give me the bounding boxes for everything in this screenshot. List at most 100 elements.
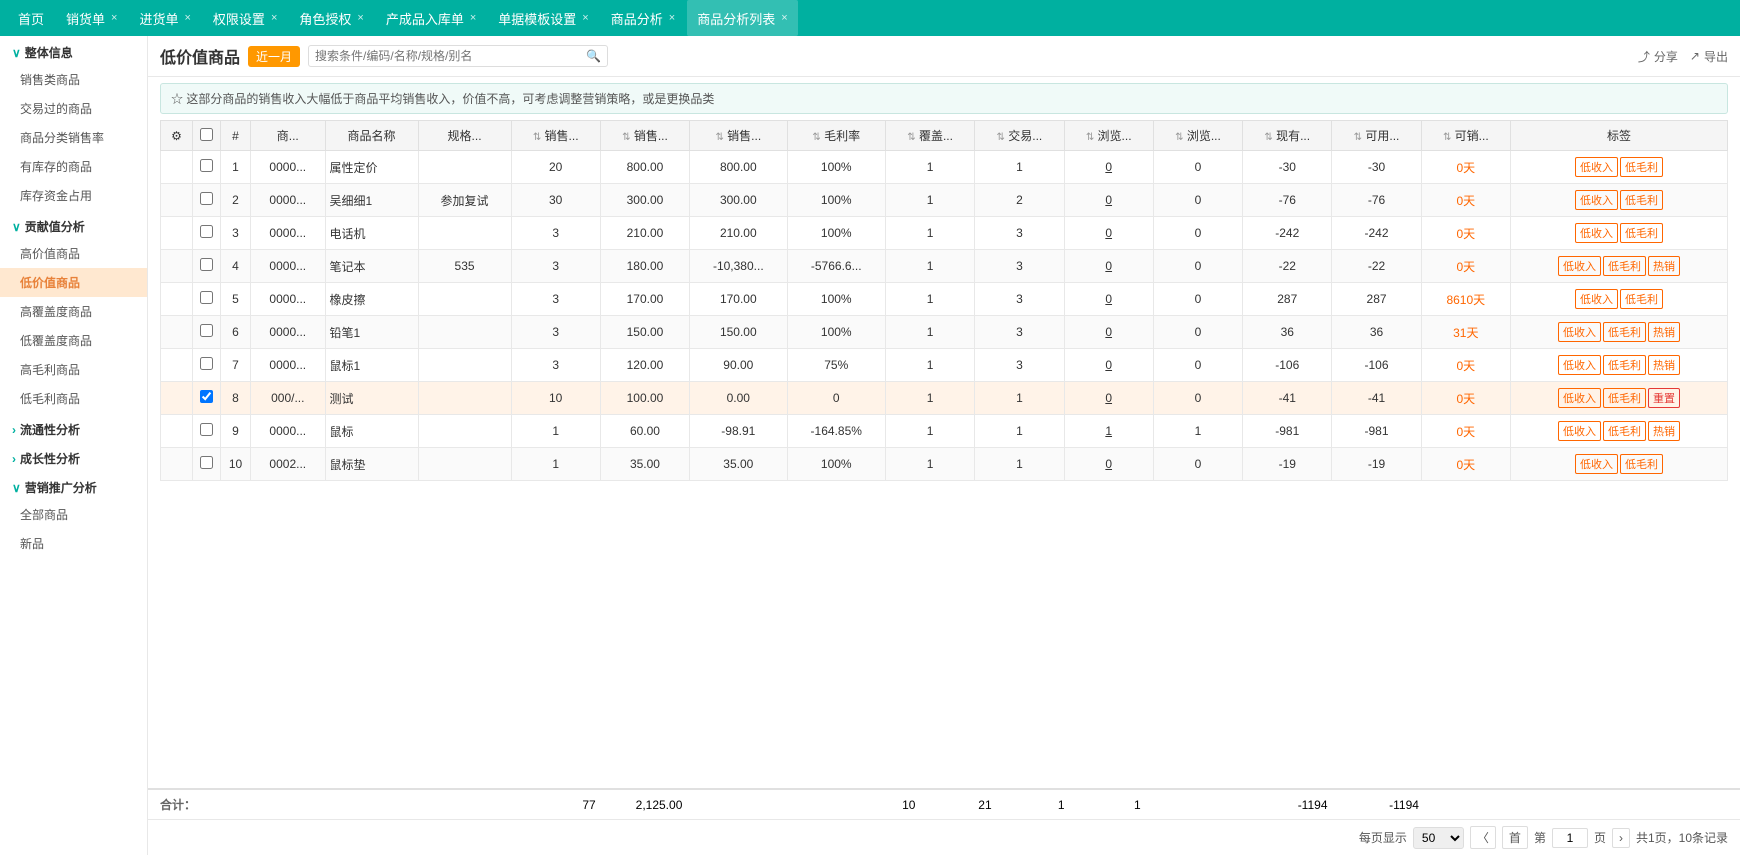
check-all-checkbox[interactable] [200, 128, 213, 141]
sidebar-item-销售类商品[interactable]: 销售类商品 [0, 65, 147, 94]
browse1-link[interactable]: 0 [1105, 358, 1112, 372]
cell-settings[interactable] [161, 283, 193, 316]
page-first-btn[interactable]: 〈 [1470, 826, 1496, 849]
sidebar-item-有库存的商品[interactable]: 有库存的商品 [0, 152, 147, 181]
tab-recent-month[interactable]: 近一月 [248, 46, 300, 67]
cell-settings[interactable] [161, 217, 193, 250]
cell-browse1[interactable]: 0 [1064, 382, 1153, 415]
search-input[interactable] [315, 49, 586, 63]
cell-settings[interactable] [161, 184, 193, 217]
sidebar-item-新品[interactable]: 新品 [0, 529, 147, 558]
sidebar-item-高价值商品[interactable]: 高价值商品 [0, 239, 147, 268]
cell-settings[interactable] [161, 382, 193, 415]
browse1-link[interactable]: 0 [1105, 259, 1112, 273]
cell-settings[interactable] [161, 448, 193, 481]
row-checkbox[interactable] [200, 225, 213, 238]
cell-browse1[interactable]: 0 [1064, 151, 1153, 184]
nav-item-权限设置[interactable]: 权限设置× [203, 0, 287, 36]
row-checkbox[interactable] [200, 192, 213, 205]
nav-close-icon[interactable]: × [184, 12, 190, 24]
cell-check[interactable] [193, 250, 221, 283]
sidebar: ∨ 整体信息销售类商品交易过的商品商品分类销售率有库存的商品库存资金占用∨ 贡献… [0, 36, 148, 855]
cell-browse1[interactable]: 0 [1064, 217, 1153, 250]
cell-check[interactable] [193, 151, 221, 184]
cell-check[interactable] [193, 184, 221, 217]
cell-check[interactable] [193, 415, 221, 448]
browse1-link[interactable]: 0 [1105, 292, 1112, 306]
share-button[interactable]: ⤴ 分享 [1638, 48, 1678, 65]
cell-browse1[interactable]: 0 [1064, 250, 1153, 283]
cell-check[interactable] [193, 448, 221, 481]
browse1-link[interactable]: 0 [1105, 193, 1112, 207]
cell-browse1[interactable]: 0 [1064, 316, 1153, 349]
nav-item-角色授权[interactable]: 角色授权× [289, 0, 373, 36]
row-checkbox[interactable] [200, 258, 213, 271]
nav-item-商品分析列表[interactable]: 商品分析列表× [687, 0, 797, 36]
sidebar-group-成长性分析[interactable]: › 成长性分析 [0, 442, 147, 471]
page-next-btn[interactable]: › [1612, 828, 1630, 848]
nav-item-单据模板设置[interactable]: 单据模板设置× [488, 0, 598, 36]
cell-browse1[interactable]: 1 [1064, 415, 1153, 448]
nav-close-icon[interactable]: × [271, 12, 277, 24]
sidebar-item-库存资金占用[interactable]: 库存资金占用 [0, 181, 147, 210]
sidebar-item-高覆盖度商品[interactable]: 高覆盖度商品 [0, 297, 147, 326]
nav-close-icon[interactable]: × [781, 12, 787, 24]
sidebar-item-低价值商品[interactable]: 低价值商品 [0, 268, 147, 297]
col-settings[interactable]: ⚙ [161, 121, 193, 151]
sidebar-item-交易过的商品[interactable]: 交易过的商品 [0, 94, 147, 123]
browse1-link[interactable]: 1 [1105, 424, 1112, 438]
nav-item-销货单[interactable]: 销货单× [56, 0, 127, 36]
nav-item-进货单[interactable]: 进货单× [129, 0, 200, 36]
browse1-link[interactable]: 0 [1105, 226, 1112, 240]
row-checkbox[interactable] [200, 423, 213, 436]
browse1-link[interactable]: 0 [1105, 160, 1112, 174]
cell-settings[interactable] [161, 151, 193, 184]
cell-browse1[interactable]: 0 [1064, 283, 1153, 316]
row-checkbox[interactable] [200, 357, 213, 370]
sidebar-item-低毛利商品[interactable]: 低毛利商品 [0, 384, 147, 413]
sidebar-group-营销推广分析[interactable]: ∨ 营销推广分析 [0, 471, 147, 500]
cell-browse1[interactable]: 0 [1064, 448, 1153, 481]
sidebar-group-贡献值分析[interactable]: ∨ 贡献值分析 [0, 210, 147, 239]
cell-check[interactable] [193, 349, 221, 382]
nav-item-商品分析[interactable]: 商品分析× [601, 0, 685, 36]
nav-close-icon[interactable]: × [582, 12, 588, 24]
cell-settings[interactable] [161, 349, 193, 382]
row-checkbox[interactable] [200, 291, 213, 304]
sidebar-item-低覆盖度商品[interactable]: 低覆盖度商品 [0, 326, 147, 355]
browse1-link[interactable]: 0 [1105, 391, 1112, 405]
cell-settings[interactable] [161, 415, 193, 448]
nav-item-产成品入库单[interactable]: 产成品入库单× [376, 0, 486, 36]
nav-close-icon[interactable]: × [357, 12, 363, 24]
cell-check[interactable] [193, 283, 221, 316]
cell-gross-margin: 100% [787, 184, 885, 217]
cell-check[interactable] [193, 316, 221, 349]
row-checkbox[interactable] [200, 456, 213, 469]
cell-check[interactable] [193, 382, 221, 415]
cell-settings[interactable] [161, 250, 193, 283]
nav-close-icon[interactable]: × [669, 12, 675, 24]
row-checkbox[interactable] [200, 159, 213, 172]
nav-item-首页[interactable]: 首页 [8, 0, 54, 36]
nav-close-icon[interactable]: × [111, 12, 117, 24]
sidebar-item-全部商品[interactable]: 全部商品 [0, 500, 147, 529]
export-button[interactable]: ↗ 导出 [1690, 48, 1728, 65]
cell-check[interactable] [193, 217, 221, 250]
sidebar-item-高毛利商品[interactable]: 高毛利商品 [0, 355, 147, 384]
sidebar-group-流通性分析[interactable]: › 流通性分析 [0, 413, 147, 442]
search-icon[interactable]: 🔍 [586, 49, 601, 63]
cell-browse1[interactable]: 0 [1064, 184, 1153, 217]
page-prev-btn[interactable]: 首 [1502, 826, 1528, 849]
per-page-select[interactable]: 50 100 [1413, 827, 1464, 849]
row-checkbox[interactable] [200, 390, 213, 403]
col-check-all[interactable] [193, 121, 221, 151]
cell-browse1[interactable]: 0 [1064, 349, 1153, 382]
browse1-link[interactable]: 0 [1105, 457, 1112, 471]
page-number-input[interactable] [1552, 828, 1588, 848]
sidebar-item-商品分类销售率[interactable]: 商品分类销售率 [0, 123, 147, 152]
nav-close-icon[interactable]: × [470, 12, 476, 24]
browse1-link[interactable]: 0 [1105, 325, 1112, 339]
cell-settings[interactable] [161, 316, 193, 349]
sidebar-group-整体信息[interactable]: ∨ 整体信息 [0, 36, 147, 65]
row-checkbox[interactable] [200, 324, 213, 337]
